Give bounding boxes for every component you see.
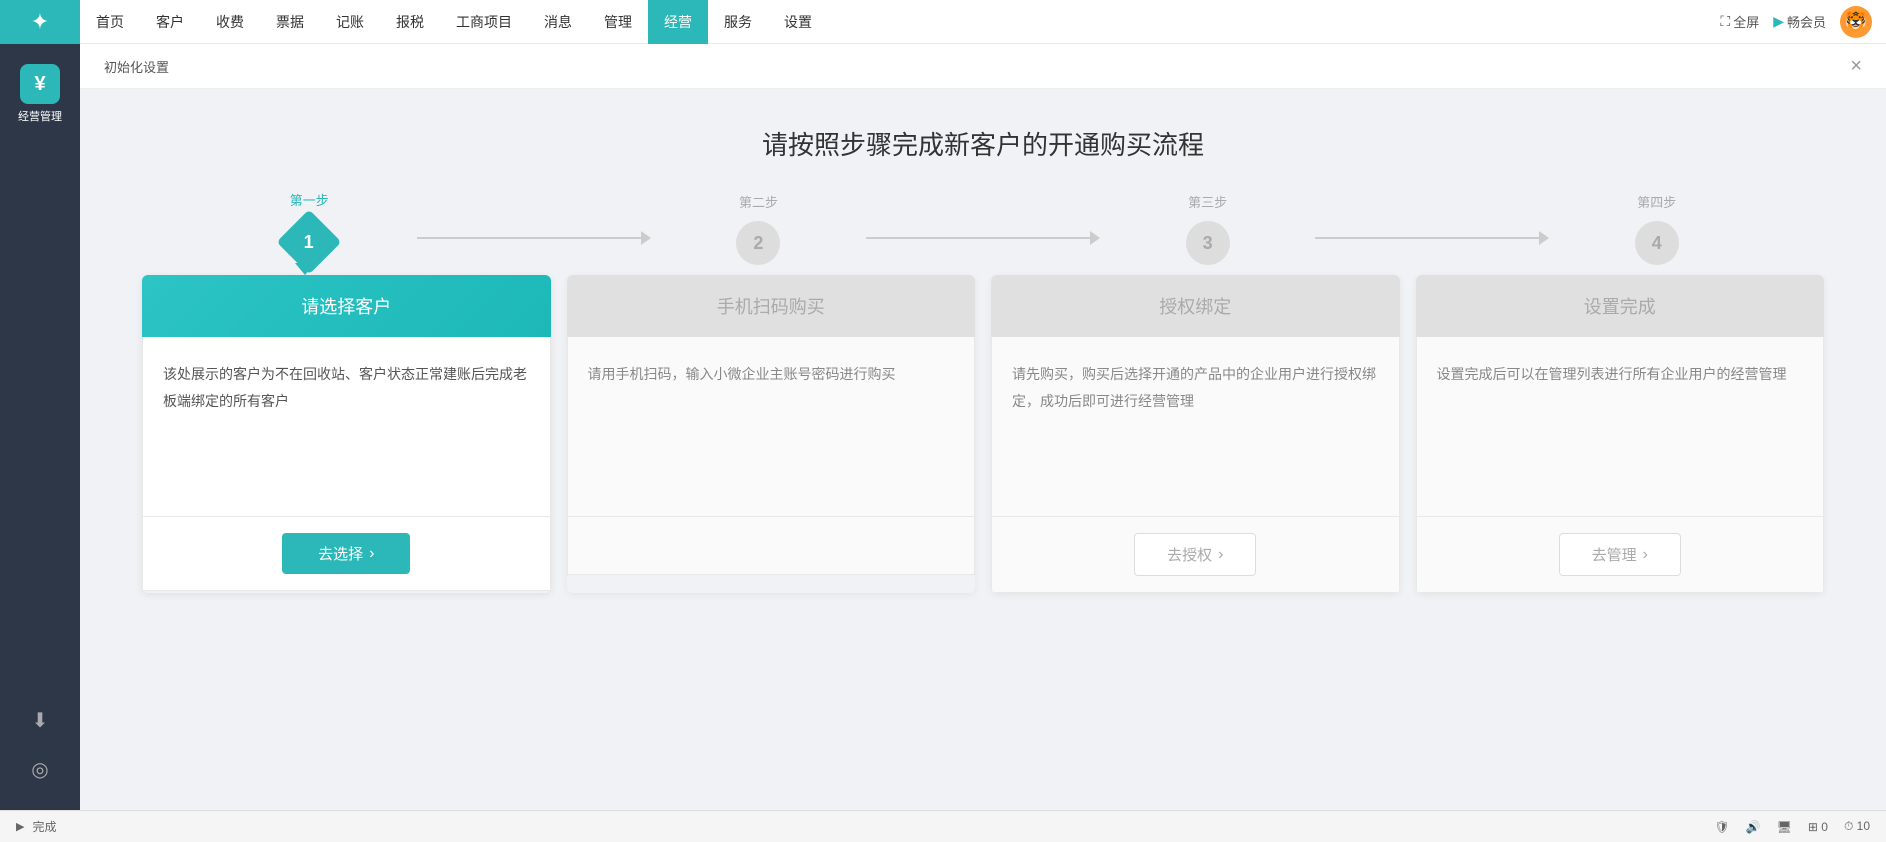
- screen-icon: 🖥: [1777, 820, 1792, 834]
- vip-btn[interactable]: ▶ 畅会员: [1773, 12, 1826, 31]
- card-4-body: 设置完成后可以在管理列表进行所有企业用户的经营管理: [1416, 337, 1825, 517]
- step-3-btn[interactable]: 去授权 ›: [1134, 533, 1256, 576]
- nav-item-ticket[interactable]: 票据: [260, 0, 320, 44]
- step-4-indicator: 第四步 4: [1539, 192, 1774, 265]
- step-1-circle-wrapper: 1: [192, 219, 427, 265]
- nav-item-manage[interactable]: 管理: [588, 0, 648, 44]
- page-title: 请按照步骤完成新客户的开通购买流程: [112, 89, 1854, 190]
- connector-3-4: [1315, 231, 1550, 245]
- nav-item-service[interactable]: 服务: [708, 0, 768, 44]
- content-area: 初始化设置 × 请按照步骤完成新客户的开通购买流程 第一步 1: [80, 44, 1886, 810]
- step-card-2: 手机扫码购买 请用手机扫码，输入小微企业主账号密码进行购买: [567, 275, 976, 593]
- close-btn[interactable]: ×: [1850, 56, 1862, 76]
- card-3-header: 授权绑定: [991, 275, 1400, 337]
- nav-item-msg[interactable]: 消息: [528, 0, 588, 44]
- top-nav: ✦ 首页 客户 收费 票据 记账 报税 工商项目 消息 管理 经营 服务 设置 …: [0, 0, 1886, 44]
- nav-item-home[interactable]: 首页: [80, 0, 140, 44]
- vip-icon: ▶: [1773, 13, 1784, 30]
- nav-items: 首页 客户 收费 票据 记账 报税 工商项目 消息 管理 经营 服务 设置: [80, 0, 1720, 44]
- card-1-body: 该处展示的客户为不在回收站、客户状态正常建账后完成老板端绑定的所有客户: [142, 337, 551, 517]
- logo-area: ✦: [0, 0, 80, 44]
- fullscreen-icon: ⛶: [1720, 13, 1730, 30]
- step-4-btn-arrow: ›: [1643, 546, 1648, 564]
- step-3-btn-arrow: ›: [1218, 546, 1223, 564]
- sidebar: ¥ 经营管理 ⬇ ◎: [0, 44, 80, 810]
- logo-icon: ✦: [31, 9, 49, 35]
- play-btn[interactable]: ▶: [16, 820, 24, 833]
- card-1-header: 请选择客户: [142, 275, 551, 337]
- fullscreen-btn[interactable]: ⛶ 全屏: [1720, 12, 1759, 31]
- step-1-btn-arrow: ›: [369, 545, 374, 563]
- steps-indicator-row: 第一步 1 第二步 2: [112, 190, 1854, 265]
- connector-2-3: [866, 231, 1101, 245]
- breadcrumb-bar: 初始化设置 ×: [80, 44, 1886, 89]
- status-bar: ▶ 完成 🛡 🔊 🖥 ⊞ 0 ⏱ 10: [0, 810, 1886, 842]
- step-1-pointer: [112, 265, 1854, 275]
- sidebar-download-btn[interactable]: ⬇: [20, 696, 61, 745]
- step-3-label: 第三步: [1188, 192, 1227, 211]
- nav-item-operation[interactable]: 经营: [648, 0, 708, 44]
- avatar-icon: 🐯: [1845, 11, 1867, 32]
- nav-item-settings[interactable]: 设置: [768, 0, 828, 44]
- sidebar-item-operation[interactable]: ¥ 经营管理: [0, 54, 80, 134]
- step-4-btn[interactable]: 去管理 ›: [1559, 533, 1681, 576]
- breadcrumb-text: 初始化设置: [104, 57, 169, 76]
- card-2-body: 请用手机扫码，输入小微企业主账号密码进行购买: [567, 337, 976, 517]
- nav-item-charge[interactable]: 收费: [200, 0, 260, 44]
- shield-icon: 🛡: [1714, 820, 1729, 834]
- step-card-4: 设置完成 设置完成后可以在管理列表进行所有企业用户的经营管理 去管理 ›: [1416, 275, 1825, 593]
- nav-right: ⛶ 全屏 ▶ 畅会员 🐯: [1720, 6, 1886, 38]
- nav-item-client[interactable]: 客户: [140, 0, 200, 44]
- step-1-btn[interactable]: 去选择 ›: [282, 533, 410, 574]
- step-1-label: 第一步: [290, 190, 329, 209]
- nav-item-bookkeeping[interactable]: 记账: [320, 0, 380, 44]
- status-right: 🛡 🔊 🖥 ⊞ 0 ⏱ 10: [1714, 819, 1870, 834]
- time-status: ⏱ 10: [1844, 819, 1870, 834]
- operation-label: 经营管理: [18, 108, 62, 124]
- card-3-footer: 去授权 ›: [991, 517, 1400, 593]
- card-2-footer: [567, 517, 976, 575]
- step-2-indicator: 第二步 2: [641, 192, 876, 265]
- step-4-label: 第四步: [1637, 192, 1676, 211]
- nav-item-biz[interactable]: 工商项目: [440, 0, 528, 44]
- step-card-3: 授权绑定 请先购买，购买后选择开通的产品中的企业用户进行授权绑定，成功后即可进行…: [991, 275, 1400, 593]
- step-1-indicator: 第一步 1: [192, 190, 427, 265]
- step-2-label: 第二步: [739, 192, 778, 211]
- sidebar-support-btn[interactable]: ◎: [19, 745, 60, 794]
- step-3-indicator: 第三步 3: [1090, 192, 1325, 265]
- card-4-header: 设置完成: [1416, 275, 1825, 337]
- grid-status: ⊞ 0: [1808, 820, 1828, 834]
- card-4-footer: 去管理 ›: [1416, 517, 1825, 593]
- nav-item-tax[interactable]: 报税: [380, 0, 440, 44]
- page-content: 请按照步骤完成新客户的开通购买流程 第一步 1: [80, 89, 1886, 810]
- operation-icon-box: ¥: [20, 64, 60, 104]
- cards-row: 请选择客户 该处展示的客户为不在回收站、客户状态正常建账后完成老板端绑定的所有客…: [112, 275, 1854, 593]
- status-text: 完成: [32, 818, 56, 835]
- step-card-1: 请选择客户 该处展示的客户为不在回收站、客户状态正常建账后完成老板端绑定的所有客…: [142, 275, 551, 593]
- card-3-body: 请先购买，购买后选择开通的产品中的企业用户进行授权绑定，成功后即可进行经营管理: [991, 337, 1400, 517]
- volume-icon: 🔊: [1746, 820, 1761, 834]
- card-2-header: 手机扫码购买: [567, 275, 976, 337]
- connector-1-2: [417, 231, 652, 245]
- avatar[interactable]: 🐯: [1840, 6, 1872, 38]
- card-1-footer: 去选择 ›: [142, 517, 551, 591]
